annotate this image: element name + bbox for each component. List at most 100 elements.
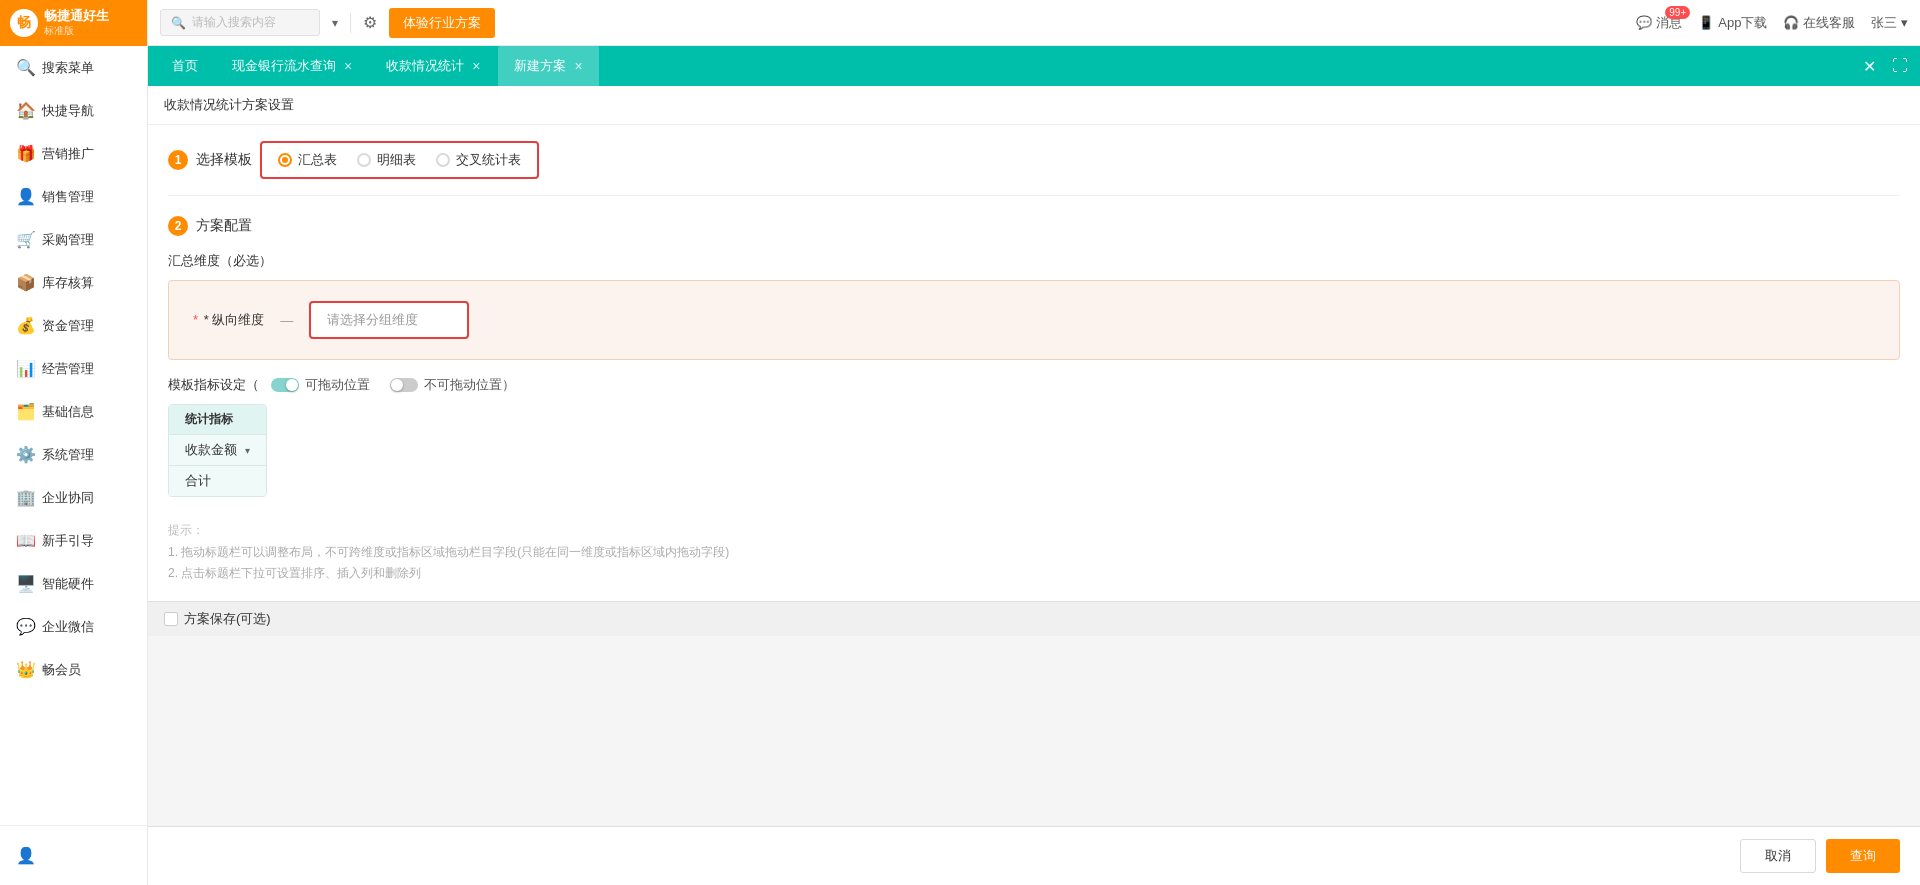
dimension-arrow: — — [280, 313, 293, 328]
dimension-select[interactable]: 请选择分组维度 — [309, 301, 469, 339]
sidebar-item-label: 经营管理 — [42, 360, 94, 378]
draggable-toggle[interactable]: 可拖动位置 — [271, 376, 370, 394]
section2-header: 2 方案配置 — [168, 216, 1900, 236]
radio-dot-summary — [282, 157, 288, 163]
sidebar-item-sales[interactable]: 👤 销售管理 — [0, 175, 147, 218]
page-title-bar: 收款情况统计方案设置 — [148, 86, 1920, 125]
sidebar-item-label: 搜索菜单 — [42, 59, 94, 77]
search-box[interactable]: 🔍 请输入搜索内容 — [160, 9, 320, 36]
sidebar-item-search[interactable]: 🔍 搜索菜单 — [0, 46, 147, 89]
sidebar-item-hardware[interactable]: 🖥️ 智能硬件 — [0, 562, 147, 605]
sidebar-item-quick-nav[interactable]: 🏠 快捷导航 — [0, 89, 147, 132]
chevron-down-icon: ▾ — [332, 16, 338, 30]
save-plan-checkbox[interactable]: 方案保存(可选) — [164, 610, 271, 628]
sidebar-item-guide[interactable]: 📖 新手引导 — [0, 519, 147, 562]
query-button[interactable]: 查询 — [1826, 839, 1900, 873]
message-icon: 💬 — [1636, 15, 1652, 30]
service-button[interactable]: 🎧 在线客服 — [1783, 14, 1855, 32]
tab-close-bank-flow[interactable]: × — [344, 58, 352, 74]
dimension-section: 汇总维度（必选） * * 纵向维度 — 请选择分组维度 — [168, 252, 1900, 360]
indicator-header: 模板指标设定（ 可拖动位置 不可拖动位置） — [168, 376, 1900, 394]
tabs-actions: ✕ ⛶ — [1859, 53, 1912, 80]
sidebar-item-label: 采购管理 — [42, 231, 94, 249]
download-button[interactable]: 📱 App下载 — [1698, 14, 1767, 32]
sidebar-item-operation[interactable]: 📊 经营管理 — [0, 347, 147, 390]
sidebar-item-label: 系统管理 — [42, 446, 94, 464]
cancel-button[interactable]: 取消 — [1740, 839, 1816, 873]
sidebar-item-inventory[interactable]: 📦 库存核算 — [0, 261, 147, 304]
tab-new-plan[interactable]: 新建方案 × — [498, 46, 598, 86]
radio-cross[interactable]: 交叉统计表 — [436, 151, 521, 169]
section-separator — [168, 195, 1900, 196]
trial-button[interactable]: 体验行业方案 — [389, 8, 495, 38]
book-icon: 📖 — [16, 531, 34, 550]
sidebar: 畅 畅捷通好生 标准版 🔍 搜索菜单 🏠 快捷导航 🎁 营销推广 👤 销售管理 … — [0, 0, 148, 885]
user-icon: 👤 — [16, 187, 34, 206]
sidebar-item-company[interactable]: 🏢 企业协同 — [0, 476, 147, 519]
section1-badge: 1 — [168, 150, 188, 170]
non-draggable-toggle[interactable]: 不可拖动位置） — [390, 376, 515, 394]
tips-title: 提示： — [168, 523, 204, 537]
gear-icon[interactable]: ⚙ — [363, 13, 377, 32]
tab-close-receipt-stats[interactable]: × — [472, 58, 480, 74]
non-draggable-toggle-box[interactable] — [390, 378, 418, 392]
box-icon: 📦 — [16, 273, 34, 292]
sidebar-logo: 畅 畅捷通好生 标准版 — [0, 0, 147, 46]
form-wrapper: 1 选择模板 汇总表 明细表 交叉统计表 — [148, 125, 1920, 601]
sidebar-item-label: 销售管理 — [42, 188, 94, 206]
gift-icon: 🎁 — [16, 144, 34, 163]
sidebar-item-purchase[interactable]: 🛒 采购管理 — [0, 218, 147, 261]
tab-bank-flow[interactable]: 现金银行流水查询 × — [216, 46, 368, 86]
sidebar-item-label: 资金管理 — [42, 317, 94, 335]
close-tab-action[interactable]: ✕ — [1859, 53, 1880, 80]
template-radio-group: 汇总表 明细表 交叉统计表 — [260, 141, 539, 179]
notification-badge: 99+ — [1665, 6, 1690, 19]
stats-row[interactable]: 收款金额 ▾ — [169, 434, 266, 465]
sidebar-item-label: 库存核算 — [42, 274, 94, 292]
radio-circle-cross — [436, 153, 450, 167]
folder-icon: 🗂️ — [16, 402, 34, 421]
vertical-dimension-label: * * 纵向维度 — [193, 311, 264, 329]
radio-circle-summary — [278, 153, 292, 167]
radio-summary[interactable]: 汇总表 — [278, 151, 337, 169]
logo-text: 畅捷通好生 标准版 — [44, 8, 109, 38]
sidebar-item-capital[interactable]: 💰 资金管理 — [0, 304, 147, 347]
topbar-dropdown[interactable]: ▾ — [332, 16, 338, 30]
sidebar-item-marketing[interactable]: 🎁 营销推广 — [0, 132, 147, 175]
tab-home[interactable]: 首页 — [156, 46, 214, 86]
topbar-divider — [350, 13, 351, 33]
avatar-icon: 👤 — [16, 846, 34, 865]
dimension-section-label: 汇总维度（必选） — [168, 252, 1900, 270]
stats-item: 收款金额 — [185, 441, 237, 459]
settings-icon: ⚙️ — [16, 445, 34, 464]
tab-close-new-plan[interactable]: × — [574, 58, 582, 74]
tip1: 1. 拖动标题栏可以调整布局，不可跨维度或指标区域拖动栏目字段(只能在同一维度或… — [168, 545, 729, 559]
search-icon: 🔍 — [16, 58, 34, 77]
sidebar-item-basic[interactable]: 🗂️ 基础信息 — [0, 390, 147, 433]
page-title: 收款情况统计方案设置 — [164, 97, 294, 112]
sidebar-item-label: 畅会员 — [42, 661, 81, 679]
toggle-knob-draggable — [286, 379, 298, 391]
chevron-down-icon: ▾ — [245, 445, 250, 456]
sidebar-item-label: 营销推广 — [42, 145, 94, 163]
toggle-knob-non-draggable — [391, 379, 403, 391]
save-plan-checkmark — [164, 612, 178, 626]
section1-title: 选择模板 — [196, 151, 252, 169]
content-body: 收款情况统计方案设置 1 选择模板 汇总表 明细表 — [148, 86, 1920, 826]
sidebar-item-member[interactable]: 👑 畅会员 — [0, 648, 147, 691]
sidebar-item-wechat[interactable]: 💬 企业微信 — [0, 605, 147, 648]
user-menu[interactable]: 张三 ▾ — [1871, 14, 1908, 32]
dimension-area: * * 纵向维度 — 请选择分组维度 — [168, 280, 1900, 360]
tab-receipt-stats[interactable]: 收款情况统计 × — [370, 46, 496, 86]
monitor-icon: 🖥️ — [16, 574, 34, 593]
notification-button[interactable]: 💬 消息 99+ — [1636, 14, 1682, 32]
radio-detail[interactable]: 明细表 — [357, 151, 416, 169]
section2-badge: 2 — [168, 216, 188, 236]
sidebar-item-bottom1[interactable]: 👤 — [0, 834, 147, 877]
topbar-right: 💬 消息 99+ 📱 App下载 🎧 在线客服 张三 ▾ — [1636, 14, 1908, 32]
tips-section: 提示： 1. 拖动标题栏可以调整布局，不可跨维度或指标区域拖动栏目字段(只能在同… — [168, 520, 1900, 585]
sidebar-item-system[interactable]: ⚙️ 系统管理 — [0, 433, 147, 476]
stats-header: 统计指标 — [169, 405, 266, 434]
draggable-toggle-box[interactable] — [271, 378, 299, 392]
maximize-tab-action[interactable]: ⛶ — [1888, 53, 1912, 79]
